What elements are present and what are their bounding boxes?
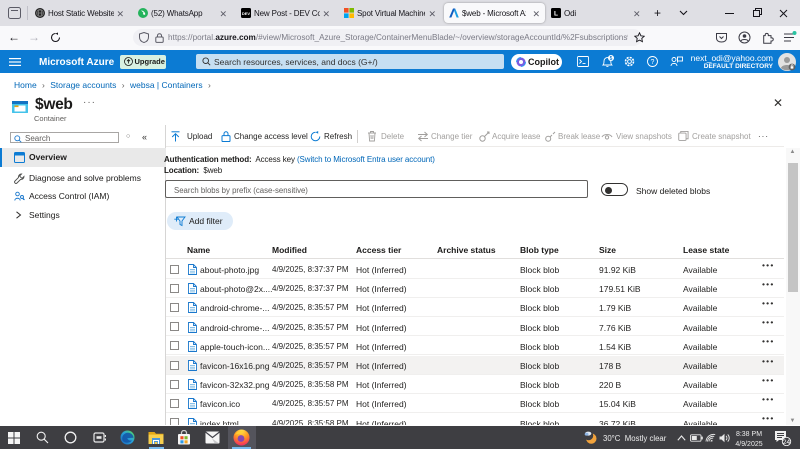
svg-text:DEV: DEV bbox=[242, 11, 251, 16]
svg-text:24: 24 bbox=[783, 439, 791, 446]
svg-text:L: L bbox=[554, 11, 558, 18]
